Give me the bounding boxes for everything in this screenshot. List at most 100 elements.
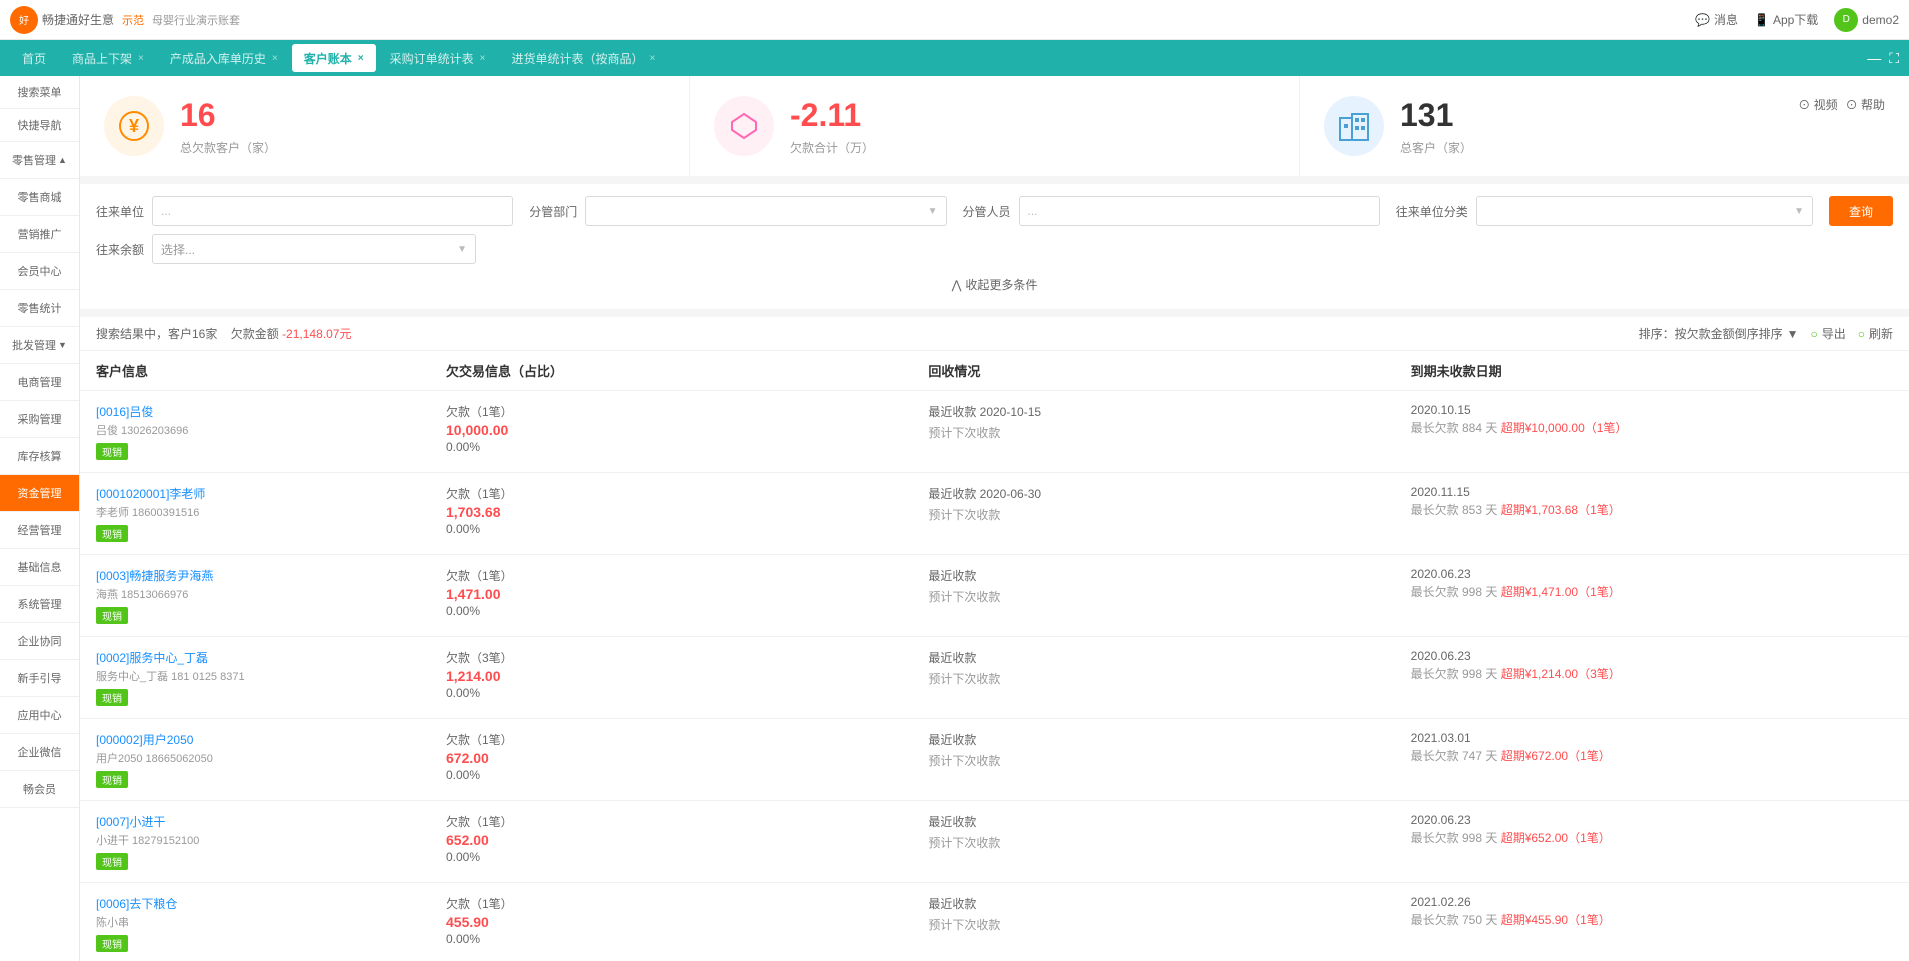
customer-name-0[interactable]: [0016]吕俊 [96, 405, 153, 419]
sidebar-item-app-center[interactable]: 应用中心 [0, 697, 79, 734]
debt-info-5: 欠款（1笔） 652.00 0.00% [446, 813, 928, 864]
sidebar-item-inventory[interactable]: 库存核算 [0, 438, 79, 475]
card-content-total-customers: 131 总客户（家） [1400, 96, 1782, 155]
refresh-btn[interactable]: ○ 刷新 [1858, 325, 1893, 342]
sidebar-item-new-guide[interactable]: 新手引导 [0, 660, 79, 697]
card-top-right-actions: ⊙ 视频 ⊙ 帮助 [1798, 96, 1885, 113]
customer-phone-1: 李老师 18600391516 [96, 504, 446, 520]
filter-row-2: 往来余额 选择... ▼ [96, 234, 1893, 264]
collapse-filters-btn[interactable]: ⋀ 收起更多条件 [96, 272, 1893, 297]
table-row: [0002]服务中心_丁磊 服务中心_丁磊 181 0125 8371 现销 欠… [80, 637, 1909, 719]
customer-tag-4: 现销 [96, 771, 128, 788]
sidebar-item-member-center[interactable]: 会员中心 [0, 253, 79, 290]
user-menu[interactable]: D demo2 [1834, 8, 1899, 32]
card-icon-building [1324, 96, 1384, 156]
due-info-0: 2020.10.15 最长欠款 884 天 超期¥10,000.00（1笔） [1411, 403, 1893, 438]
export-btn[interactable]: ○ 导出 [1810, 325, 1845, 342]
from-unit-input[interactable]: ... [152, 196, 513, 226]
minimize-icon[interactable]: — [1867, 50, 1881, 66]
customer-tag-6: 现销 [96, 935, 128, 952]
filter-row-1: 往来单位 ... 分管部门 ▼ 分管人员 ... [96, 196, 1893, 226]
debt-customers-number: 16 [180, 96, 665, 134]
help-btn[interactable]: ⊙ 帮助 [1846, 96, 1885, 113]
customer-name-2[interactable]: [0003]畅捷服务尹海燕 [96, 569, 213, 583]
col-due-info: 到期未收款日期 [1411, 361, 1893, 380]
balance-label: 往来余额 [96, 241, 144, 258]
sidebar-item-system-mgmt[interactable]: 系统管理 [0, 586, 79, 623]
person-input[interactable]: ... [1019, 196, 1380, 226]
tab-close-product-history[interactable]: × [272, 53, 278, 64]
message-btn[interactable]: 💬 消息 [1695, 11, 1738, 28]
table-row: [0001020001]李老师 李老师 18600391516 现销 欠款（1笔… [80, 473, 1909, 555]
search-button[interactable]: 查询 [1829, 196, 1893, 226]
tab-actions: — ⛶ [1867, 50, 1899, 67]
card-icon-money: ¥ [104, 96, 164, 156]
sort-btn[interactable]: 排序：按欠款金额倒序排序 ▼ [1639, 325, 1799, 342]
table-row: [0007]小进干 小进干 18279152100 现销 欠款（1笔） 652.… [80, 801, 1909, 883]
customer-info-5: [0007]小进干 小进干 18279152100 现销 [96, 813, 446, 870]
tab-customer-account[interactable]: 客户账本 × [292, 44, 376, 72]
customer-name-4[interactable]: [000002]用户2050 [96, 733, 193, 747]
sidebar-item-retail-mgmt[interactable]: 零售管理 ▲ [0, 142, 79, 179]
customer-name-5[interactable]: [0007]小进干 [96, 815, 165, 829]
app-download-btn[interactable]: 📱 App下载 [1754, 11, 1818, 28]
overdue-link-2[interactable]: 超期¥1,471.00（1笔） [1501, 585, 1621, 599]
customer-name-1[interactable]: [0001020001]李老师 [96, 487, 205, 501]
summary-cards: ¥ 16 总欠款客户（家） -2.11 欠款合计（万） [80, 76, 1909, 176]
tab-close-stock-stats[interactable]: × [649, 53, 655, 64]
tab-close-products-offline[interactable]: × [138, 53, 144, 64]
category-select[interactable]: ▼ [1476, 196, 1813, 226]
sidebar-item-business-mgmt[interactable]: 经营管理 [0, 512, 79, 549]
tab-home[interactable]: 首页 [10, 44, 58, 72]
overdue-link-6[interactable]: 超期¥455.90（1笔） [1501, 913, 1611, 927]
sidebar-item-ecommerce[interactable]: 电商管理 [0, 364, 79, 401]
refresh-icon: ○ [1858, 327, 1865, 341]
maximize-icon[interactable]: ⛶ [1889, 50, 1899, 67]
app-name: 畅捷通好生意 [42, 11, 114, 28]
tab-stock-stats[interactable]: 进货单统计表（按商品） × [499, 44, 667, 72]
balance-select[interactable]: 选择... ▼ [152, 234, 476, 264]
sidebar-item-retail-stats[interactable]: 零售统计 [0, 290, 79, 327]
brand-link[interactable]: 示范 [122, 12, 144, 28]
video-btn[interactable]: ⊙ 视频 [1798, 96, 1837, 113]
sidebar-item-basic-info[interactable]: 基础信息 [0, 549, 79, 586]
overdue-5: 最长欠款 998 天 超期¥652.00（1笔） [1411, 829, 1893, 846]
total-customers-label: 总客户（家） [1400, 139, 1782, 156]
dept-select[interactable]: ▼ [585, 196, 946, 226]
overdue-2: 最长欠款 998 天 超期¥1,471.00（1笔） [1411, 583, 1893, 600]
sidebar-item-marketing[interactable]: 营销推广 [0, 216, 79, 253]
tab-purchase-order[interactable]: 采购订单统计表 × [378, 44, 498, 72]
sidebar-item-batch-mgmt[interactable]: 批发管理 ▼ [0, 327, 79, 364]
sidebar-item-enterprise-collab[interactable]: 企业协同 [0, 623, 79, 660]
sidebar-quick-nav[interactable]: 快捷导航 [0, 109, 79, 142]
sidebar-item-retail-store[interactable]: 零售商城 [0, 179, 79, 216]
sidebar-item-pro-member[interactable]: 畅会员 [0, 771, 79, 808]
customer-info-4: [000002]用户2050 用户2050 18665062050 现销 [96, 731, 446, 788]
sidebar-item-enterprise-wechat[interactable]: 企业微信 [0, 734, 79, 771]
customer-name-6[interactable]: [0006]去下粮仓 [96, 897, 177, 911]
tab-close-customer-account[interactable]: × [358, 53, 364, 64]
tab-close-purchase-order[interactable]: × [480, 53, 486, 64]
overdue-link-1[interactable]: 超期¥1,703.68（1笔） [1501, 503, 1621, 517]
dept-label: 分管部门 [529, 203, 577, 220]
overdue-3: 最长欠款 998 天 超期¥1,214.00（3笔） [1411, 665, 1893, 682]
main-content: ¥ 16 总欠款客户（家） -2.11 欠款合计（万） [80, 76, 1909, 961]
tab-product-history[interactable]: 产成品入库单历史 × [158, 44, 290, 72]
table-row: [0006]去下粮仓 陈小串 现销 欠款（1笔） 455.90 0.00% 最近… [80, 883, 1909, 961]
col-debt-info: 欠交易信息（占比） [446, 361, 928, 380]
overdue-link-0[interactable]: 超期¥10,000.00（1笔） [1501, 421, 1628, 435]
overdue-link-3[interactable]: 超期¥1,214.00（3笔） [1501, 667, 1621, 681]
customer-name-3[interactable]: [0002]服务中心_丁磊 [96, 651, 208, 665]
sidebar-item-capital-mgmt[interactable]: 资金管理 [0, 475, 79, 512]
sidebar-item-purchase-mgmt[interactable]: 采购管理 [0, 401, 79, 438]
company-dropdown[interactable]: 母婴行业演示账套 [152, 12, 240, 28]
overdue-link-5[interactable]: 超期¥652.00（1笔） [1501, 831, 1611, 845]
export-icon: ○ [1810, 327, 1817, 341]
overdue-link-4[interactable]: 超期¥672.00（1笔） [1501, 749, 1611, 763]
filter-person: 分管人员 ... [963, 196, 1380, 226]
debt-info-6: 欠款（1笔） 455.90 0.00% [446, 895, 928, 946]
tab-products-offline[interactable]: 商品上下架 × [60, 44, 156, 72]
total-customers-number: 131 [1400, 96, 1782, 134]
sidebar-search-menu[interactable]: 搜索菜单 [0, 76, 79, 109]
debt-total-number: -2.11 [790, 96, 1275, 134]
